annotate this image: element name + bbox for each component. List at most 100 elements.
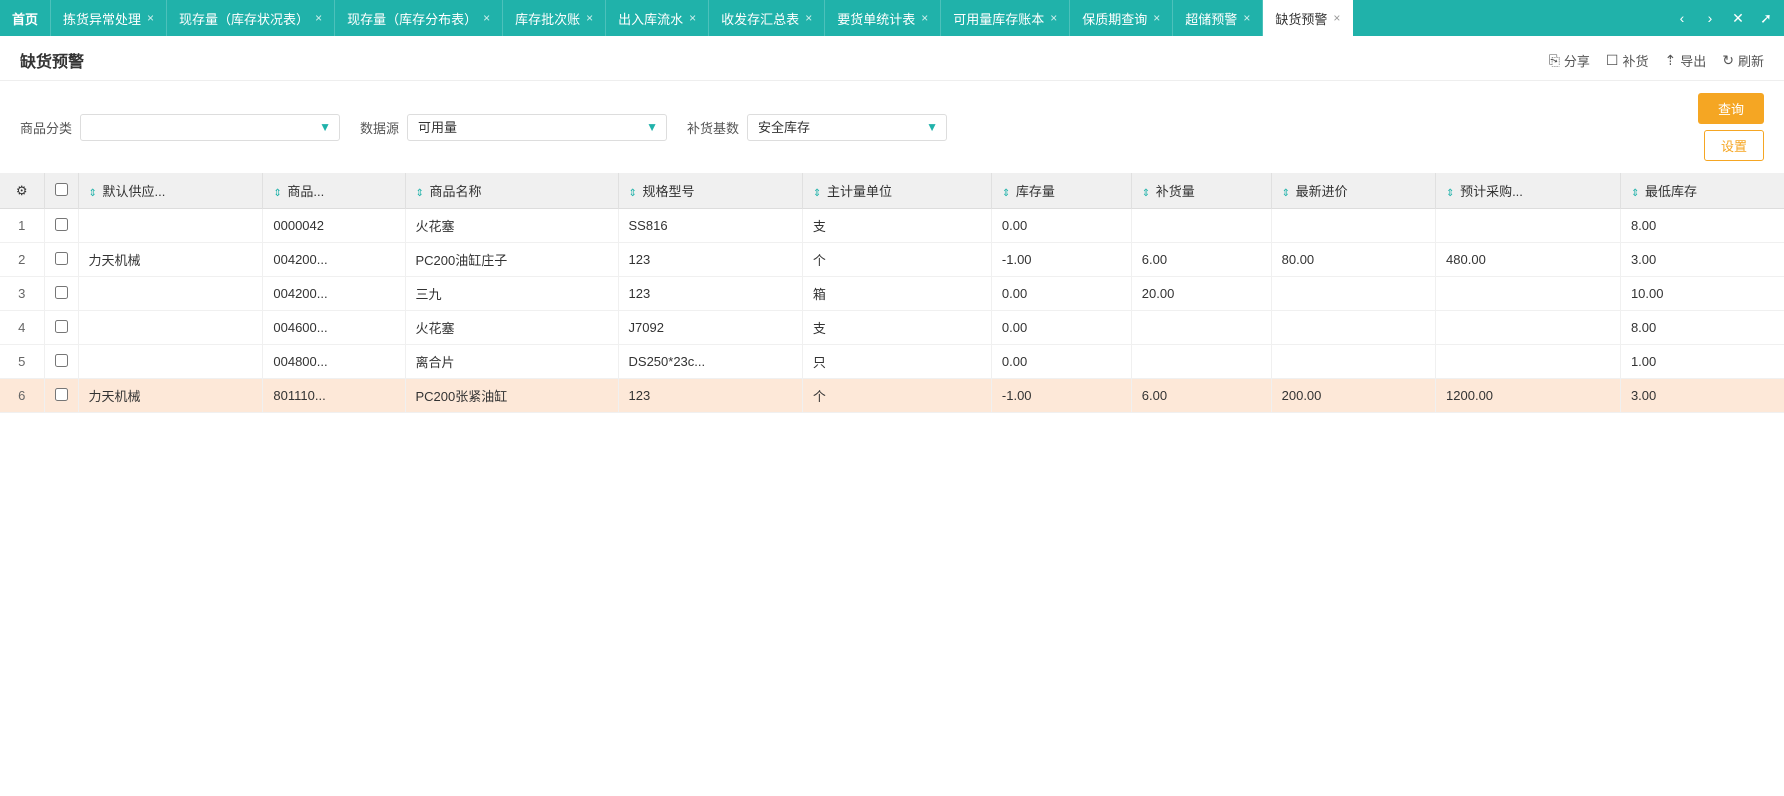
- datasource-select-input[interactable]: 可用量: [418, 120, 656, 135]
- data-table: ⚙ ⇕ 默认供应... ⇕ 商品... ⇕ 商品名称: [0, 173, 1784, 413]
- sort-latest-price-icon: ⇕: [1282, 188, 1290, 199]
- nav-close-button[interactable]: ✕: [1724, 4, 1752, 32]
- th-unit[interactable]: ⇕ 主计量单位: [802, 173, 991, 209]
- replenish-base-select[interactable]: 安全库存 ▼: [747, 114, 947, 141]
- row-checkbox-2[interactable]: [55, 252, 68, 265]
- tab-expiry[interactable]: 保质期查询 ×: [1070, 0, 1173, 36]
- settings-button[interactable]: 设置: [1704, 130, 1764, 161]
- replenish-base-select-input[interactable]: 安全库存: [758, 120, 936, 135]
- row-checkbox-cell-4[interactable]: [44, 311, 78, 345]
- tab-batch[interactable]: 库存批次账 ×: [503, 0, 606, 36]
- table-wrapper: ⚙ ⇕ 默认供应... ⇕ 商品... ⇕ 商品名称: [0, 173, 1784, 413]
- nav-prev-button[interactable]: ‹: [1668, 4, 1696, 32]
- refresh-label: 刷新: [1738, 51, 1764, 70]
- row-checkbox-5[interactable]: [55, 354, 68, 367]
- row-estimated-purchase-3: [1436, 277, 1621, 311]
- row-checkbox-cell-1[interactable]: [44, 209, 78, 243]
- nav-expand-button[interactable]: ➚: [1752, 4, 1780, 32]
- settings-gear-icon[interactable]: ⚙: [16, 183, 28, 198]
- nav-controls: ‹ › ✕ ➚: [1664, 4, 1784, 32]
- replenish-base-filter-group: 补货基数 安全库存 ▼: [687, 114, 947, 141]
- row-checkbox-3[interactable]: [55, 286, 68, 299]
- sort-stock-icon: ⇕: [1002, 188, 1010, 199]
- filter-actions: 查询 设置: [1698, 93, 1764, 161]
- row-code-1: 0000042: [263, 209, 405, 243]
- row-supplier-5: [78, 345, 263, 379]
- share-button[interactable]: ⎘ 分享: [1549, 51, 1590, 70]
- th-latest-price[interactable]: ⇕ 最新进价: [1271, 173, 1435, 209]
- category-select[interactable]: ▼: [80, 114, 340, 141]
- query-button[interactable]: 查询: [1698, 93, 1764, 124]
- tab-collection[interactable]: 收发存汇总表 ×: [709, 0, 825, 36]
- tab-inventory-status[interactable]: 现存量（库存状况表） ×: [167, 0, 335, 36]
- row-checkbox-cell-5[interactable]: [44, 345, 78, 379]
- row-checkbox-cell-6[interactable]: [44, 379, 78, 413]
- row-supplier-4: [78, 311, 263, 345]
- tab-abnormal[interactable]: 拣货异常处理 ×: [51, 0, 167, 36]
- th-checkbox[interactable]: [44, 173, 78, 209]
- th-min-stock[interactable]: ⇕ 最低库存: [1620, 173, 1784, 209]
- row-checkbox-4[interactable]: [55, 320, 68, 333]
- row-name-3: 三九: [405, 277, 618, 311]
- row-unit-5: 只: [802, 345, 991, 379]
- tab-inout-flow[interactable]: 出入库流水 ×: [606, 0, 709, 36]
- tab-shortage[interactable]: 缺货预警 ×: [1263, 0, 1353, 36]
- tab-inventory-dist[interactable]: 现存量（库存分布表） ×: [335, 0, 503, 36]
- th-product-code[interactable]: ⇕ 商品...: [263, 173, 405, 209]
- export-label: 导出: [1680, 51, 1706, 70]
- close-collection-icon[interactable]: ×: [805, 11, 812, 25]
- close-inventory-dist-icon[interactable]: ×: [483, 11, 490, 25]
- close-overstock-icon[interactable]: ×: [1243, 11, 1250, 25]
- page-header: 缺货预警 ⎘ 分享 ☐ 补货 ⇡ 导出 ↻ 刷新: [0, 36, 1784, 81]
- tab-home[interactable]: 首页: [0, 0, 51, 36]
- th-default-supplier[interactable]: ⇕ 默认供应...: [78, 173, 263, 209]
- th-product-name[interactable]: ⇕ 商品名称: [405, 173, 618, 209]
- row-code-2: 004200...: [263, 243, 405, 277]
- close-abnormal-icon[interactable]: ×: [147, 11, 154, 25]
- row-min-stock-2: 3.00: [1620, 243, 1784, 277]
- category-select-input[interactable]: [91, 120, 329, 135]
- category-filter-group: 商品分类 ▼: [20, 114, 340, 141]
- th-stock[interactable]: ⇕ 库存量: [991, 173, 1131, 209]
- tab-batch-label: 库存批次账: [515, 9, 580, 28]
- th-replenish-qty-label: 补货量: [1156, 184, 1195, 199]
- th-settings[interactable]: ⚙: [0, 173, 44, 209]
- th-default-supplier-label: 默认供应...: [103, 184, 166, 199]
- row-checkbox-cell-3[interactable]: [44, 277, 78, 311]
- row-unit-3: 箱: [802, 277, 991, 311]
- tab-overstock[interactable]: 超储预警 ×: [1173, 0, 1263, 36]
- row-checkbox-cell-2[interactable]: [44, 243, 78, 277]
- row-num-1: 1: [0, 209, 44, 243]
- close-inventory-status-icon[interactable]: ×: [315, 11, 322, 25]
- refresh-button[interactable]: ↻ 刷新: [1722, 51, 1764, 70]
- th-estimated-purchase[interactable]: ⇕ 预计采购...: [1436, 173, 1621, 209]
- export-button[interactable]: ⇡ 导出: [1665, 51, 1707, 70]
- tab-purchase-stat[interactable]: 要货单统计表 ×: [825, 0, 941, 36]
- close-inout-flow-icon[interactable]: ×: [689, 11, 696, 25]
- row-num-4: 4: [0, 311, 44, 345]
- datasource-filter-group: 数据源 可用量 ▼: [360, 114, 667, 141]
- close-batch-icon[interactable]: ×: [586, 11, 593, 25]
- tab-inventory-status-label: 现存量（库存状况表）: [179, 9, 309, 28]
- table-header-row: ⚙ ⇕ 默认供应... ⇕ 商品... ⇕ 商品名称: [0, 173, 1784, 209]
- sort-unit-icon: ⇕: [813, 188, 821, 199]
- replenish-button[interactable]: ☐ 补货: [1606, 51, 1649, 70]
- close-shortage-icon[interactable]: ×: [1333, 11, 1340, 25]
- row-min-stock-1: 8.00: [1620, 209, 1784, 243]
- select-all-checkbox[interactable]: [55, 183, 68, 196]
- row-checkbox-6[interactable]: [55, 388, 68, 401]
- row-spec-2: 123: [618, 243, 802, 277]
- th-spec[interactable]: ⇕ 规格型号: [618, 173, 802, 209]
- close-expiry-icon[interactable]: ×: [1153, 11, 1160, 25]
- row-unit-2: 个: [802, 243, 991, 277]
- close-purchase-stat-icon[interactable]: ×: [921, 11, 928, 25]
- category-label: 商品分类: [20, 118, 72, 137]
- row-checkbox-1[interactable]: [55, 218, 68, 231]
- th-replenish-qty[interactable]: ⇕ 补货量: [1131, 173, 1271, 209]
- close-usable-ledger-icon[interactable]: ×: [1050, 11, 1057, 25]
- datasource-select[interactable]: 可用量 ▼: [407, 114, 667, 141]
- tab-usable-ledger[interactable]: 可用量库存账本 ×: [941, 0, 1070, 36]
- filter-bar: 商品分类 ▼ 数据源 可用量 ▼ 补货基数 安全库存: [0, 81, 1784, 173]
- table-row: 2 力天机械 004200... PC200油缸庄子 123 个 -1.00 6…: [0, 243, 1784, 277]
- nav-next-button[interactable]: ›: [1696, 4, 1724, 32]
